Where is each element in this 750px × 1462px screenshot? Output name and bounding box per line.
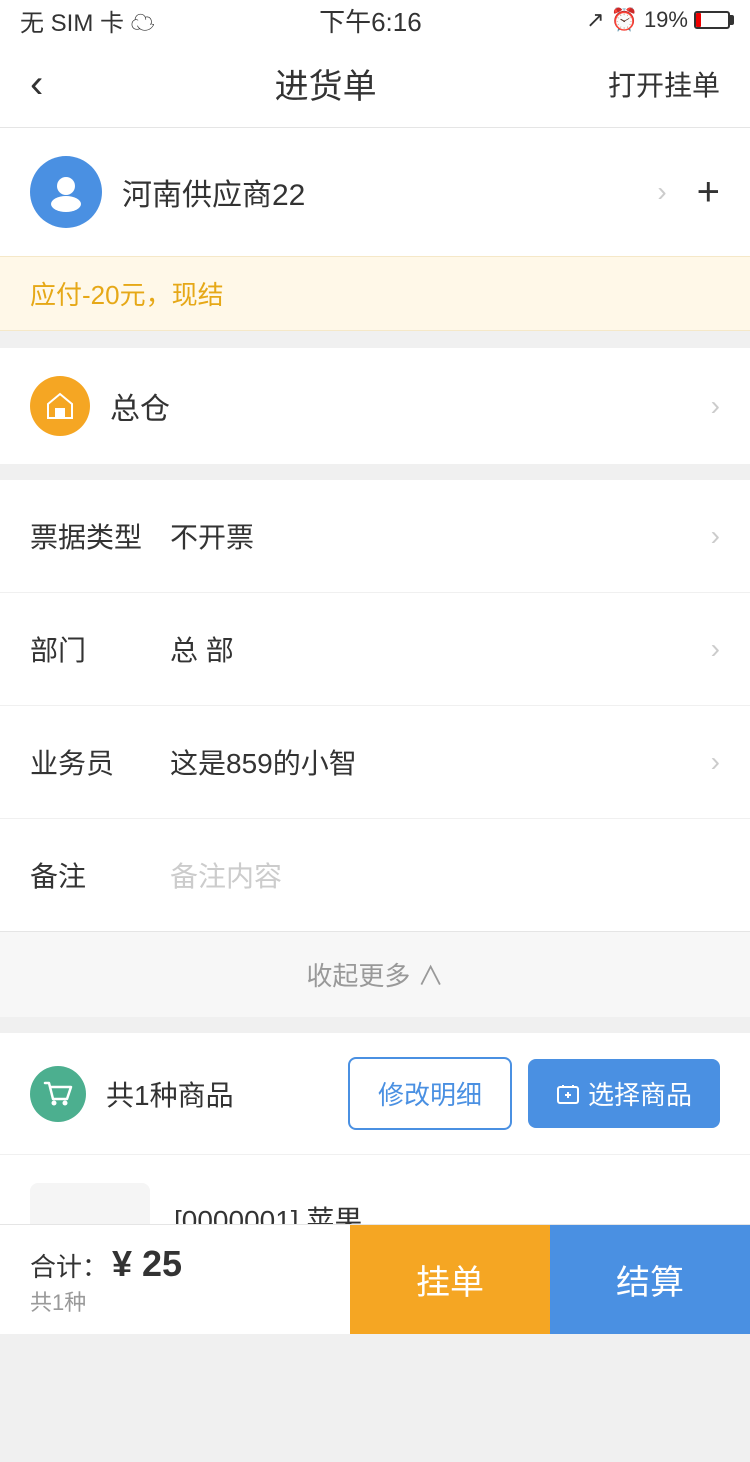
products-count: 共1种商品	[106, 1074, 348, 1114]
supplier-chevron-icon: ›	[657, 176, 666, 208]
user-icon	[46, 172, 86, 212]
ticket-type-label: 票据类型	[30, 516, 150, 556]
warehouse-name: 总仓	[110, 384, 711, 428]
sim-signal: 无 SIM 卡 ☁	[20, 3, 155, 38]
salesman-value: 这是859的小智	[150, 742, 701, 782]
collapse-label: 收起更多 ∧	[306, 956, 443, 993]
supplier-avatar	[30, 156, 102, 228]
bottom-bar: 合计： ¥ 25 共1种 挂单 结算	[0, 1224, 750, 1334]
department-label: 部门	[30, 629, 150, 669]
total-area: 合计： ¥ 25 共1种	[0, 1225, 350, 1334]
page-title: 进货单	[275, 59, 377, 108]
remark-label: 备注	[30, 855, 150, 895]
department-chevron-icon: ›	[711, 633, 720, 665]
status-bar: 无 SIM 卡 ☁ 下午6:16 ↗ ⏰ 19%	[0, 0, 750, 40]
select-product-button[interactable]: 选择商品	[528, 1059, 720, 1128]
supplier-row[interactable]: 河南供应商22 › +	[0, 128, 750, 256]
status-left: 无 SIM 卡 ☁	[20, 3, 155, 38]
supplier-info-banner: 应付-20元，现结	[0, 256, 750, 331]
battery-icon	[694, 11, 730, 29]
form-section: 票据类型 不开票 › 部门 总 部 › 业务员 这是859的小智 › 备注 备注…	[0, 480, 750, 931]
supplier-name: 河南供应商22	[122, 170, 657, 214]
location-icon: ↗	[586, 7, 604, 33]
home-icon	[44, 390, 76, 422]
total-count: 共1种	[30, 1285, 320, 1317]
warehouse-row[interactable]: 总仓 ›	[0, 347, 750, 464]
total-label: 合计：	[30, 1247, 108, 1284]
battery-text: 19%	[644, 7, 688, 33]
warehouse-chevron-icon: ›	[711, 390, 720, 422]
status-right: ↗ ⏰ 19%	[586, 7, 730, 33]
cart-icon	[43, 1079, 73, 1109]
alarm-icon: ⏰	[611, 7, 638, 33]
checkout-button[interactable]: 结算	[550, 1225, 750, 1334]
ticket-type-value: 不开票	[150, 516, 701, 556]
collapse-button[interactable]: 收起更多 ∧	[0, 931, 750, 1017]
bottom-spacer	[0, 1332, 750, 1462]
remark-placeholder: 备注内容	[150, 855, 720, 895]
salesman-label: 业务员	[30, 742, 150, 782]
total-amount: ¥ 25	[112, 1243, 182, 1285]
salesman-chevron-icon: ›	[711, 746, 720, 778]
warehouse-section: 总仓 ›	[0, 347, 750, 464]
products-header: 共1种商品 修改明细 选择商品	[0, 1033, 750, 1155]
remark-row[interactable]: 备注 备注内容	[0, 819, 750, 931]
select-product-label: 选择商品	[588, 1075, 692, 1112]
nav-bar: ‹ 进货单 打开挂单	[0, 40, 750, 128]
back-button[interactable]: ‹	[30, 64, 43, 104]
ticket-type-row[interactable]: 票据类型 不开票 ›	[0, 480, 750, 593]
department-value: 总 部	[150, 629, 701, 669]
supplier-section: 河南供应商22 › + 应付-20元，现结	[0, 128, 750, 331]
add-supplier-button[interactable]: +	[697, 170, 720, 215]
salesman-row[interactable]: 业务员 这是859的小智 ›	[0, 706, 750, 819]
department-row[interactable]: 部门 总 部 ›	[0, 593, 750, 706]
warehouse-icon	[30, 376, 90, 436]
edit-detail-button[interactable]: 修改明细	[348, 1057, 512, 1130]
status-time: 下午6:16	[319, 2, 422, 39]
select-product-icon	[556, 1082, 580, 1106]
ticket-type-chevron-icon: ›	[711, 520, 720, 552]
open-hang-button[interactable]: 打开挂单	[608, 64, 720, 104]
hang-button[interactable]: 挂单	[350, 1225, 550, 1334]
products-icon	[30, 1066, 86, 1122]
